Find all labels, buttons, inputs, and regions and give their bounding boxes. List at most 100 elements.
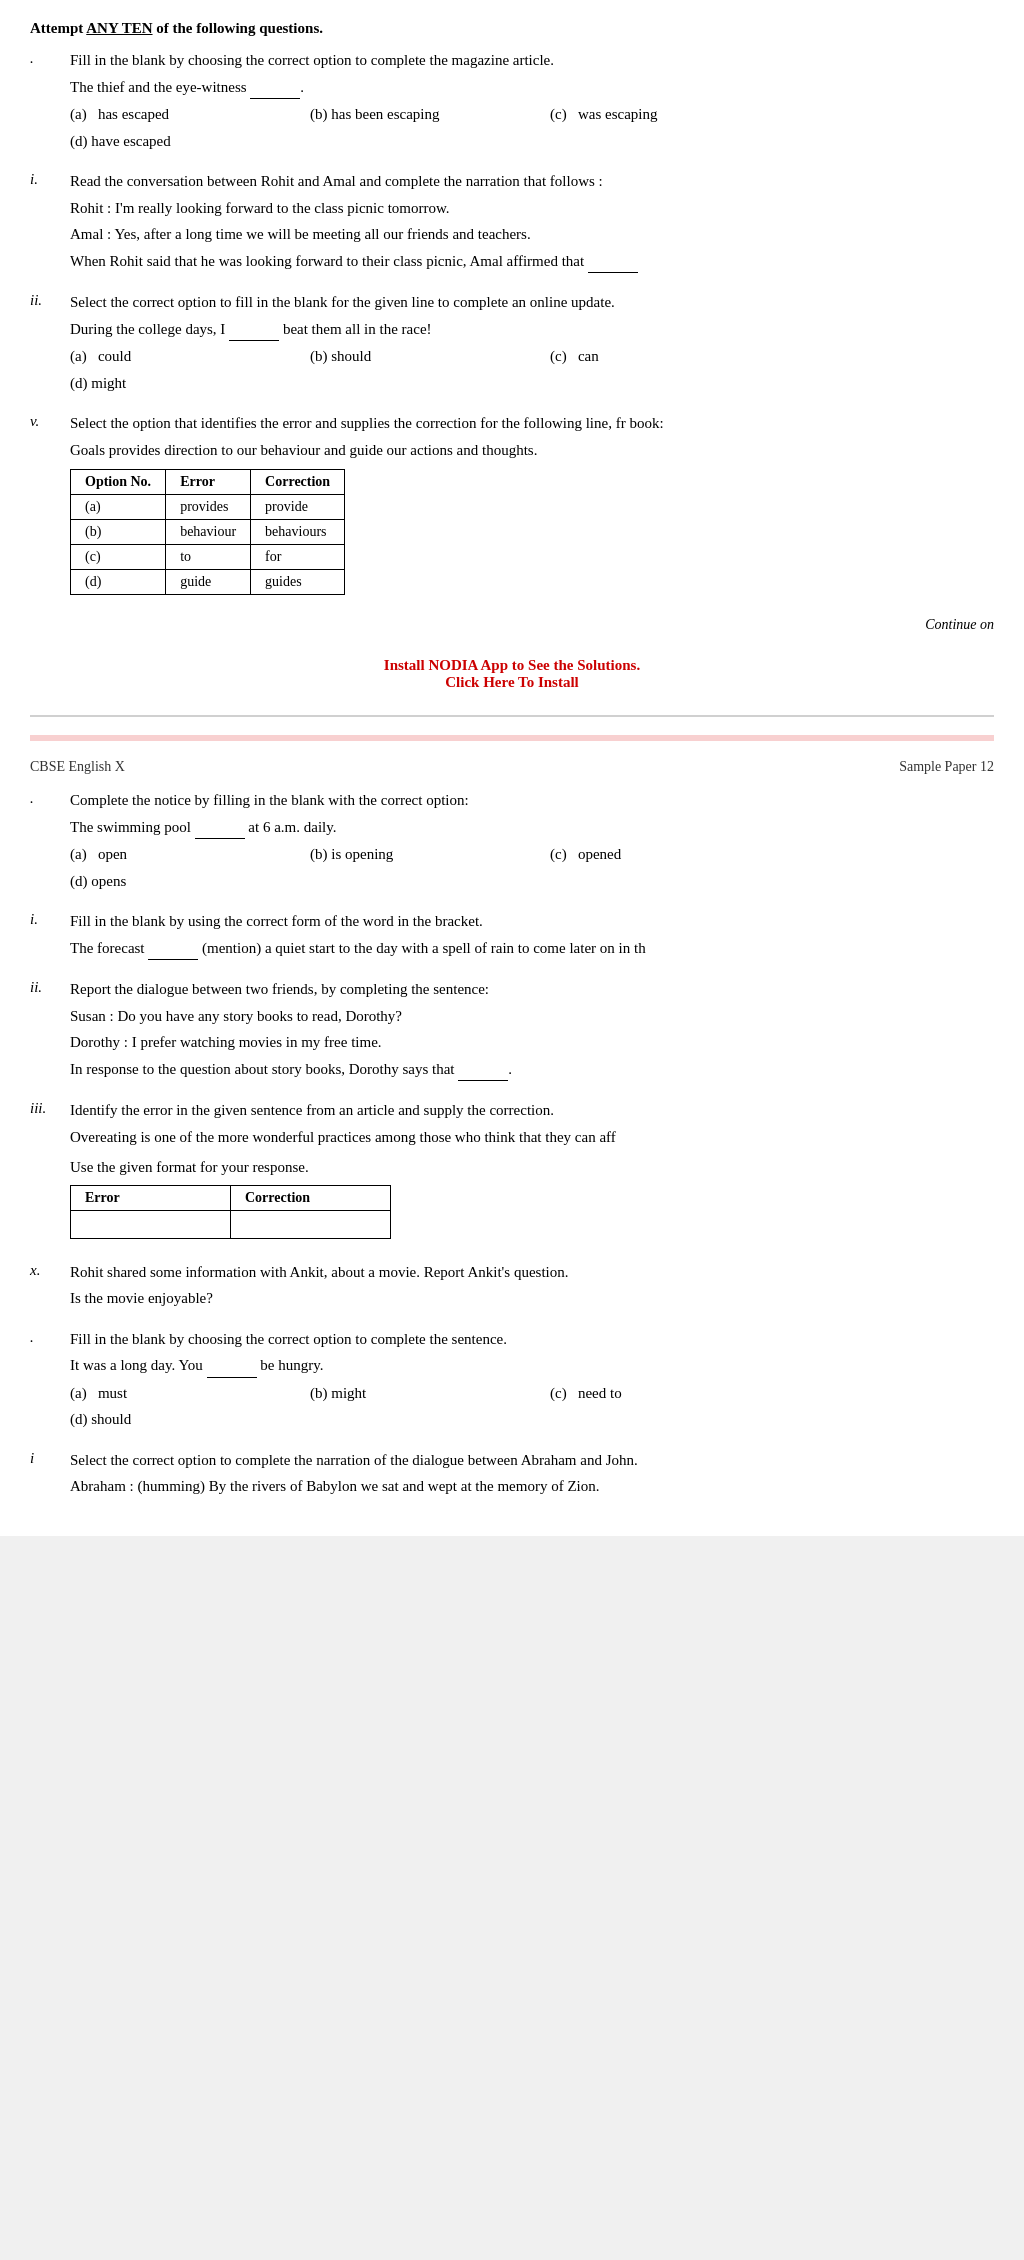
qv-content: Select the option that identifies the er… <box>70 412 994 603</box>
p2qx-content: Rohit shared some information with Ankit… <box>70 1261 994 1314</box>
p2qlast-sentence: Abraham : (humming) By the rivers of Bab… <box>70 1475 994 1498</box>
row-c-num: (c) <box>71 545 166 570</box>
install-line1[interactable]: Install NODIA App to See the Solutions. <box>30 657 994 674</box>
p2q1-opt-b: (b) is opening <box>310 843 550 866</box>
p2-col-correction: Correction <box>231 1185 391 1210</box>
p2q1-sentence: The swimming pool at 6 a.m. daily. <box>70 816 994 840</box>
q1-sentence: The thief and the eye-witness . <box>70 76 994 100</box>
row-a-num: (a) <box>71 495 166 520</box>
p2qiii-num: iii. <box>30 1099 70 1117</box>
qii-opt-c: (c) can <box>550 345 790 368</box>
row-b-correction: behaviours <box>251 520 345 545</box>
col-option-no: Option No. <box>71 470 166 495</box>
blank-i <box>588 250 638 274</box>
p2qi-sentence: The forecast (mention) a quiet start to … <box>70 937 994 961</box>
p2qiii-content: Identify the error in the given sentence… <box>70 1099 994 1247</box>
blank-p2-1 <box>195 816 245 840</box>
p2qfill-opt-d: (d) should <box>70 1408 310 1431</box>
install-line2[interactable]: Click Here To Install <box>30 674 994 691</box>
page-content: Attempt ANY TEN of the following questio… <box>0 0 1024 1536</box>
row-d-correction: guides <box>251 570 345 595</box>
continue-label: Continue on <box>925 617 994 632</box>
page-separator <box>30 715 994 717</box>
p2qfill-options: (a) must (b) might (c) need to (d) shoul… <box>70 1382 994 1435</box>
p2-question-1: . Complete the notice by filling in the … <box>30 789 994 896</box>
qi-line1: Rohit : I'm really looking forward to th… <box>70 197 994 220</box>
p2qi-num: i. <box>30 910 70 928</box>
blank-ii <box>229 318 279 342</box>
q1-num: . <box>30 49 70 67</box>
table-row: (a) provides provide <box>71 495 345 520</box>
p2qii-line2: Dorothy : I prefer watching movies in my… <box>70 1031 994 1054</box>
qii-opt-d: (d) might <box>70 372 310 395</box>
p2-row1-correction <box>231 1210 391 1238</box>
question-v: v. Select the option that identifies the… <box>30 412 994 603</box>
blank-p2-fill <box>207 1354 257 1378</box>
p2qiii-table: Error Correction <box>70 1185 391 1239</box>
p2qii-num: ii. <box>30 978 70 996</box>
p2q1-opt-c: (c) opened <box>550 843 790 866</box>
qii-options: (a) could (b) should (c) can (d) might <box>70 345 994 398</box>
blank-p2-i <box>148 937 198 961</box>
qii-num: ii. <box>30 291 70 309</box>
qi-line3: When Rohit said that he was looking forw… <box>70 250 994 274</box>
qi-line2: Amal : Yes, after a long time we will be… <box>70 223 994 246</box>
q1-text: Fill in the blank by choosing the correc… <box>70 49 994 72</box>
p2qfill-opt-a: (a) must <box>70 1382 310 1405</box>
p2qi-text: Fill in the blank by using the correct f… <box>70 910 994 933</box>
table-row: (c) to for <box>71 545 345 570</box>
table-row: (d) guide guides <box>71 570 345 595</box>
qv-num: v. <box>30 412 70 430</box>
p2q1-opt-d: (d) opens <box>70 870 310 893</box>
p2qfill-sentence: It was a long day. You be hungry. <box>70 1354 994 1378</box>
blank-1 <box>250 76 300 100</box>
p2q1-content: Complete the notice by filling in the bl… <box>70 789 994 896</box>
q1-options: (a) has escaped (b) has been escaping (c… <box>70 103 994 156</box>
qii-text: Select the correct option to fill in the… <box>70 291 994 314</box>
p2qlast-content: Select the correct option to complete th… <box>70 1449 994 1502</box>
row-a-correction: provide <box>251 495 345 520</box>
row-d-error: guide <box>166 570 251 595</box>
q1-opt-c: (c) was escaping <box>550 103 790 126</box>
qii-opt-a: (a) could <box>70 345 310 368</box>
page2-header: CBSE English X Sample Paper 12 <box>30 759 994 775</box>
p2qlast-text: Select the correct option to complete th… <box>70 1449 994 1472</box>
p2-question-x: x. Rohit shared some information with An… <box>30 1261 994 1314</box>
p2-question-ii: ii. Report the dialogue between two frie… <box>30 978 994 1085</box>
qi-text: Read the conversation between Rohit and … <box>70 170 994 193</box>
row-b-error: behaviour <box>166 520 251 545</box>
q1-opt-a: (a) has escaped <box>70 103 310 126</box>
p2qfill-num: . <box>30 1328 70 1346</box>
qi-num: i. <box>30 170 70 188</box>
question-i: i. Read the conversation between Rohit a… <box>30 170 994 277</box>
p2qx-text: Rohit shared some information with Ankit… <box>70 1261 994 1284</box>
p2qfill-opt-b: (b) might <box>310 1382 550 1405</box>
question-ii: ii. Select the correct option to fill in… <box>30 291 994 398</box>
row-c-error: to <box>166 545 251 570</box>
p2-question-iii: iii. Identify the error in the given sen… <box>30 1099 994 1247</box>
p2qx-sentence: Is the movie enjoyable? <box>70 1287 994 1310</box>
qii-content: Select the correct option to fill in the… <box>70 291 994 398</box>
p2qiii-text: Identify the error in the given sentence… <box>70 1099 994 1122</box>
p2q1-num: . <box>30 789 70 807</box>
p2-question-last: i Select the correct option to complete … <box>30 1449 994 1502</box>
page-heading: Attempt ANY TEN of the following questio… <box>30 20 994 37</box>
p2qlast-num: i <box>30 1449 70 1467</box>
col-error: Error <box>166 470 251 495</box>
p2-col-error: Error <box>71 1185 231 1210</box>
p2-table-row <box>71 1210 391 1238</box>
p2q1-text: Complete the notice by filling in the bl… <box>70 789 994 812</box>
p2q1-opt-a: (a) open <box>70 843 310 866</box>
table-row: (b) behaviour behaviours <box>71 520 345 545</box>
qv-table: Option No. Error Correction (a) provides… <box>70 469 345 595</box>
p2qii-line3: In response to the question about story … <box>70 1058 994 1082</box>
p2-row1-error <box>71 1210 231 1238</box>
qi-content: Read the conversation between Rohit and … <box>70 170 994 277</box>
p2qx-num: x. <box>30 1261 70 1279</box>
install-banner[interactable]: Install NODIA App to See the Solutions. … <box>30 651 994 697</box>
page2-section: CBSE English X Sample Paper 12 . Complet… <box>30 759 994 1502</box>
row-b-num: (b) <box>71 520 166 545</box>
p2qiii-sentence: Overeating is one of the more wonderful … <box>70 1126 994 1149</box>
p2-question-i: i. Fill in the blank by using the correc… <box>30 910 994 964</box>
p2qfill-content: Fill in the blank by choosing the correc… <box>70 1328 994 1435</box>
